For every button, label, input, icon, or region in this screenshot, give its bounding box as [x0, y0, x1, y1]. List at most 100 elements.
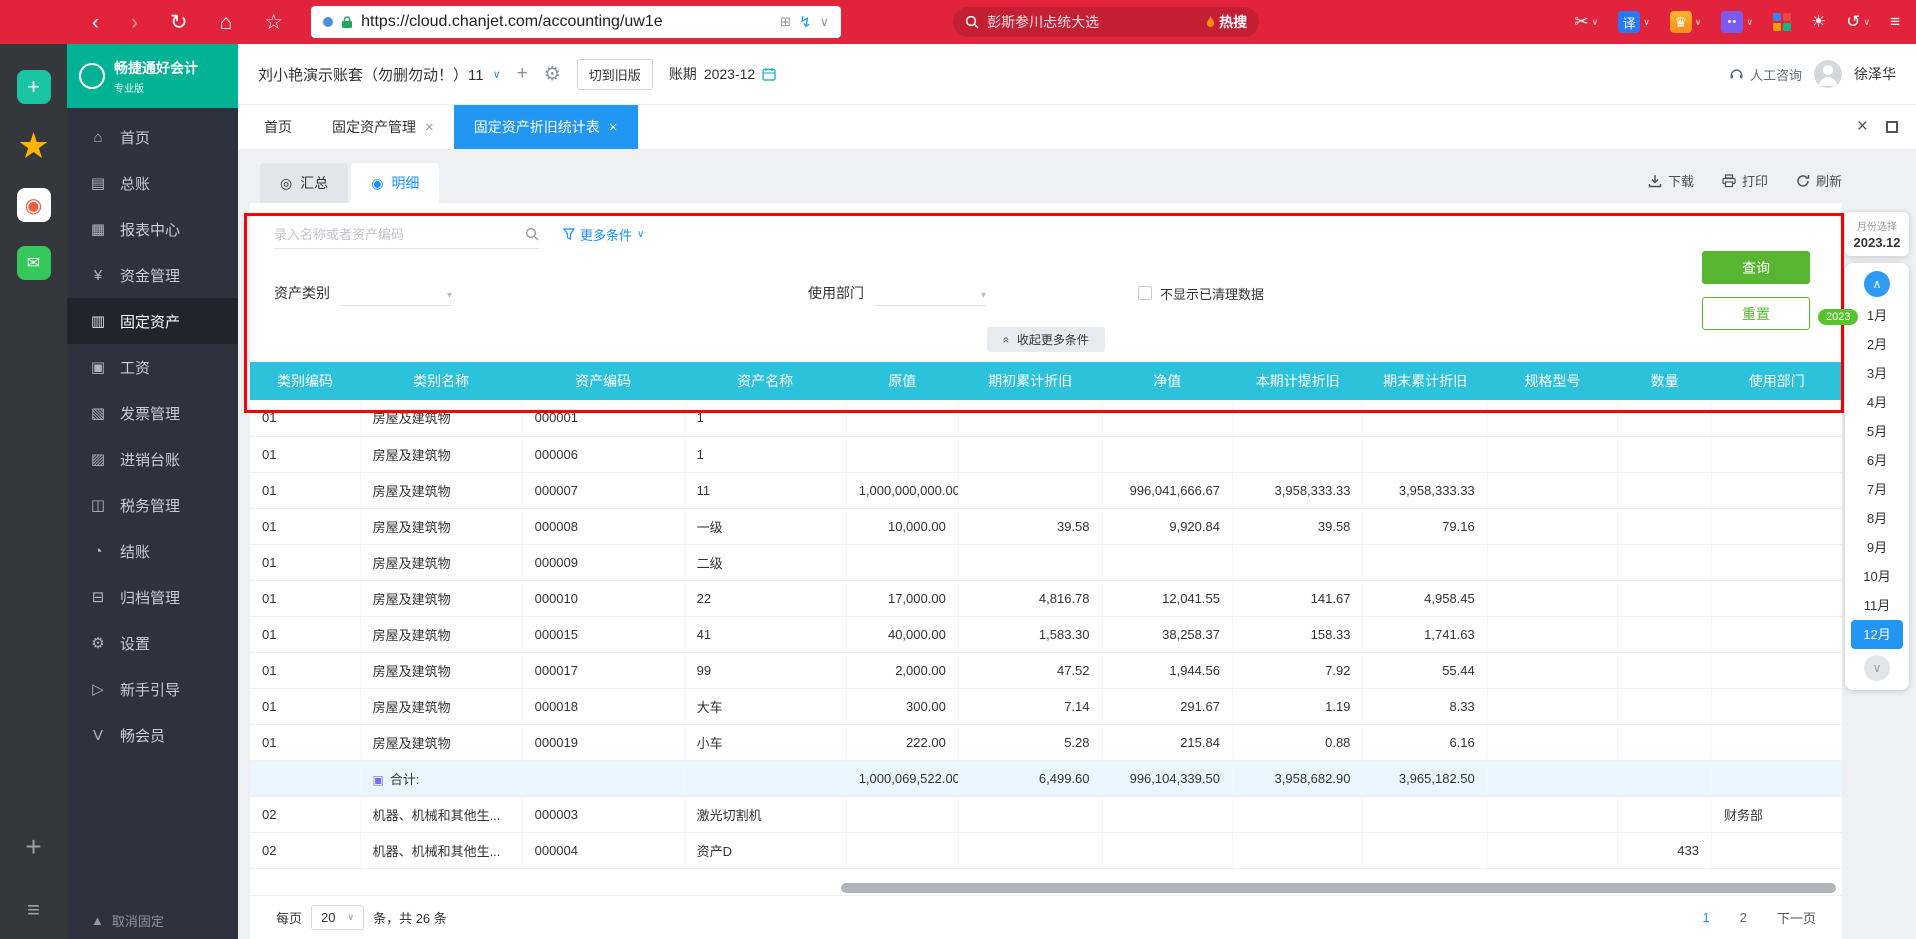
month-item[interactable]: 2月: [1845, 330, 1909, 359]
page-button-2[interactable]: 2: [1740, 910, 1747, 925]
account-selector[interactable]: 刘小艳演示账套（勿删勿动！）11 ∨: [258, 64, 501, 85]
sidebar-item-tax-management[interactable]: ◫ 税务管理: [67, 482, 238, 528]
browser-search[interactable]: 彭斯参川忐统大选 热搜: [953, 7, 1260, 37]
back-icon[interactable]: ‹: [92, 12, 99, 33]
close-tab-icon[interactable]: ×: [425, 119, 434, 136]
games-button[interactable]: •• ∨: [1721, 11, 1753, 33]
reset-button[interactable]: 重置: [1702, 297, 1810, 330]
chanjet-app-icon[interactable]: +: [16, 70, 51, 104]
table-row[interactable]: 01 房屋及建筑物 000019 小车 222.00 5.28 215.84 0.88 6.16: [250, 724, 1842, 761]
dock-list-icon[interactable]: ≡: [27, 897, 40, 923]
sidebar-item-report-center[interactable]: ▦ 报表中心: [67, 206, 238, 252]
month-item[interactable]: 5月: [1845, 417, 1909, 446]
scroll-up-icon[interactable]: ∧: [1864, 271, 1890, 297]
detail-view-tab[interactable]: ◉ 明细: [351, 163, 440, 203]
qr-grid-icon[interactable]: ⊞: [780, 14, 791, 30]
table-row[interactable]: 01 房屋及建筑物 000017 99 2,000.00 47.52 1,944.56 7.9…: [250, 652, 1842, 689]
scroll-down-icon[interactable]: ∨: [1864, 655, 1890, 681]
tab-fixed-asset-depreciation-report[interactable]: 固定资产折旧统计表 ×: [453, 105, 638, 149]
refresh-button[interactable]: 刷新: [1796, 171, 1842, 190]
hot-search-badge[interactable]: 热搜: [1205, 12, 1247, 32]
month-item[interactable]: 8月: [1845, 504, 1909, 533]
month-item[interactable]: 3月: [1845, 359, 1909, 388]
favorites-star-icon[interactable]: ★: [17, 128, 49, 164]
sidebar-item-fixed-assets[interactable]: ▥ 固定资产: [67, 298, 238, 344]
sidebar-item-archive-management[interactable]: ⊟ 归档管理: [67, 574, 238, 620]
dock-add-icon[interactable]: +: [25, 831, 41, 863]
download-button[interactable]: 下载: [1648, 171, 1694, 190]
more-conditions-toggle[interactable]: 更多条件 ∨: [563, 225, 644, 244]
accounting-period[interactable]: 账期 2023-12: [669, 64, 776, 84]
table-row[interactable]: 01 房屋及建筑物 000008 一级 10,000.00 39.58 9,920.84 39…: [250, 508, 1842, 545]
lightning-icon[interactable]: ↯: [799, 13, 812, 31]
mail-app-icon[interactable]: ✉: [16, 246, 51, 280]
sidebar-item-settings[interactable]: ⚙ 设置: [67, 620, 238, 666]
refresh-page-icon[interactable]: ↻: [170, 12, 188, 33]
per-page-select[interactable]: 20 ∨: [311, 905, 365, 930]
sidebar-item-member[interactable]: V 畅会员: [67, 712, 238, 758]
department-select[interactable]: ▾: [874, 280, 986, 306]
asset-category-select[interactable]: ▾: [340, 280, 452, 306]
switch-old-version-button[interactable]: 切到旧版: [576, 58, 653, 90]
add-account-button[interactable]: +: [517, 63, 528, 85]
browser-menu-button[interactable]: ≡: [1890, 12, 1900, 32]
next-page-button[interactable]: 下一页: [1777, 908, 1816, 927]
sidebar-item-salary[interactable]: ▣ 工资: [67, 344, 238, 390]
search-text[interactable]: 彭斯参川忐统大选: [987, 12, 1197, 32]
table-row[interactable]: 02 机器、机械和其他生... 000003 激光切割机 财务部: [250, 796, 1842, 833]
table-row[interactable]: 01 房屋及建筑物 000015 41 40,000.00 1,583.30 38,258.…: [250, 616, 1842, 653]
user-avatar[interactable]: [1814, 60, 1842, 88]
collapse-conditions-button[interactable]: « 收起更多条件: [987, 327, 1105, 352]
sidebar-item-general-ledger[interactable]: ▤ 总账: [67, 160, 238, 206]
table-row[interactable]: 01 房屋及建筑物 000001 1: [250, 400, 1842, 437]
month-item[interactable]: 11月: [1845, 591, 1909, 620]
scrollbar-thumb[interactable]: [840, 883, 1836, 893]
sidebar-item-purchase-sales-ledger[interactable]: ▨ 进销台账: [67, 436, 238, 482]
tab-fixed-asset-management[interactable]: 固定资产管理 ×: [312, 105, 454, 149]
month-item[interactable]: 10月: [1845, 562, 1909, 591]
sidebar-item-invoice-management[interactable]: ▧ 发票管理: [67, 390, 238, 436]
month-item[interactable]: 9月: [1845, 533, 1909, 562]
address-bar[interactable]: https://cloud.chanjet.com/accounting/uw1…: [311, 6, 842, 38]
table-row[interactable]: 02 机器、机械和其他生... 000004 资产D 433: [250, 832, 1842, 869]
favorite-star-icon[interactable]: ☆: [264, 12, 283, 33]
apps-center-button[interactable]: [1772, 13, 1791, 31]
browser-settings-button[interactable]: ☀: [1811, 12, 1826, 32]
undo-button[interactable]: ↺ ∨: [1846, 12, 1870, 32]
sidebar-item-beginner-guide[interactable]: ▷ 新手引导: [67, 666, 238, 712]
sidebar-item-closing[interactable]: ◔ 结账: [67, 528, 238, 574]
month-item[interactable]: 6月: [1845, 446, 1909, 475]
month-item[interactable]: 12月: [1851, 620, 1903, 649]
member-button[interactable]: ♛ ∨: [1669, 11, 1701, 33]
table-row[interactable]: 01 房屋及建筑物 000007 11 1,000,000,000.00 996,041,…: [250, 472, 1842, 509]
page-button-1[interactable]: 1: [1703, 910, 1710, 925]
sidebar-item-home[interactable]: ⌂ 首页: [67, 114, 238, 160]
print-button[interactable]: 打印: [1722, 171, 1768, 190]
asset-search-input[interactable]: 录入名称或者资产编码: [274, 219, 539, 249]
summary-view-tab[interactable]: ◎ 汇总: [260, 163, 349, 203]
url-text[interactable]: https://cloud.chanjet.com/accounting/uw1…: [361, 13, 772, 31]
month-item[interactable]: 4月: [1845, 388, 1909, 417]
table-row[interactable]: 01 房屋及建筑物 000009 二级: [250, 544, 1842, 581]
tab-home[interactable]: 首页: [244, 105, 312, 149]
sidebar-item-fund-management[interactable]: ¥ 资金管理: [67, 252, 238, 298]
account-settings-gear-icon[interactable]: ⚙: [544, 63, 561, 86]
hide-cleared-checkbox[interactable]: 不显示已清理数据: [1138, 284, 1264, 303]
address-chevron-down-icon[interactable]: ∨: [820, 14, 830, 30]
table-row[interactable]: 01 房屋及建筑物 000018 大车 300.00 7.14 291.67 1.19 8.33: [250, 688, 1842, 725]
month-item[interactable]: 7月: [1845, 475, 1909, 504]
table-row[interactable]: 01 房屋及建筑物 000010 22 17,000.00 4,816.78 12,041.…: [250, 580, 1842, 617]
table-total-row[interactable]: ▣ 合计: 1,000,069,522.00 6,499.60 996,104,339.…: [250, 760, 1842, 797]
close-all-tabs-icon[interactable]: ×: [1857, 116, 1868, 138]
weibo-app-icon[interactable]: ◉: [16, 188, 51, 222]
forward-icon[interactable]: ›: [131, 12, 138, 33]
translate-button[interactable]: 译 ∨: [1618, 11, 1650, 33]
unpin-sidebar-button[interactable]: ▲ 取消固定: [67, 901, 238, 939]
screenshot-scissors-button[interactable]: ✂ ∨: [1574, 12, 1598, 32]
fullscreen-icon[interactable]: [1886, 121, 1898, 133]
table-row[interactable]: 01 房屋及建筑物 000006 1: [250, 436, 1842, 473]
support-button[interactable]: 人工咨询: [1729, 65, 1802, 84]
close-tab-icon[interactable]: ×: [609, 119, 618, 136]
query-button[interactable]: 查询: [1702, 251, 1810, 284]
home-icon[interactable]: ⌂: [220, 12, 233, 33]
